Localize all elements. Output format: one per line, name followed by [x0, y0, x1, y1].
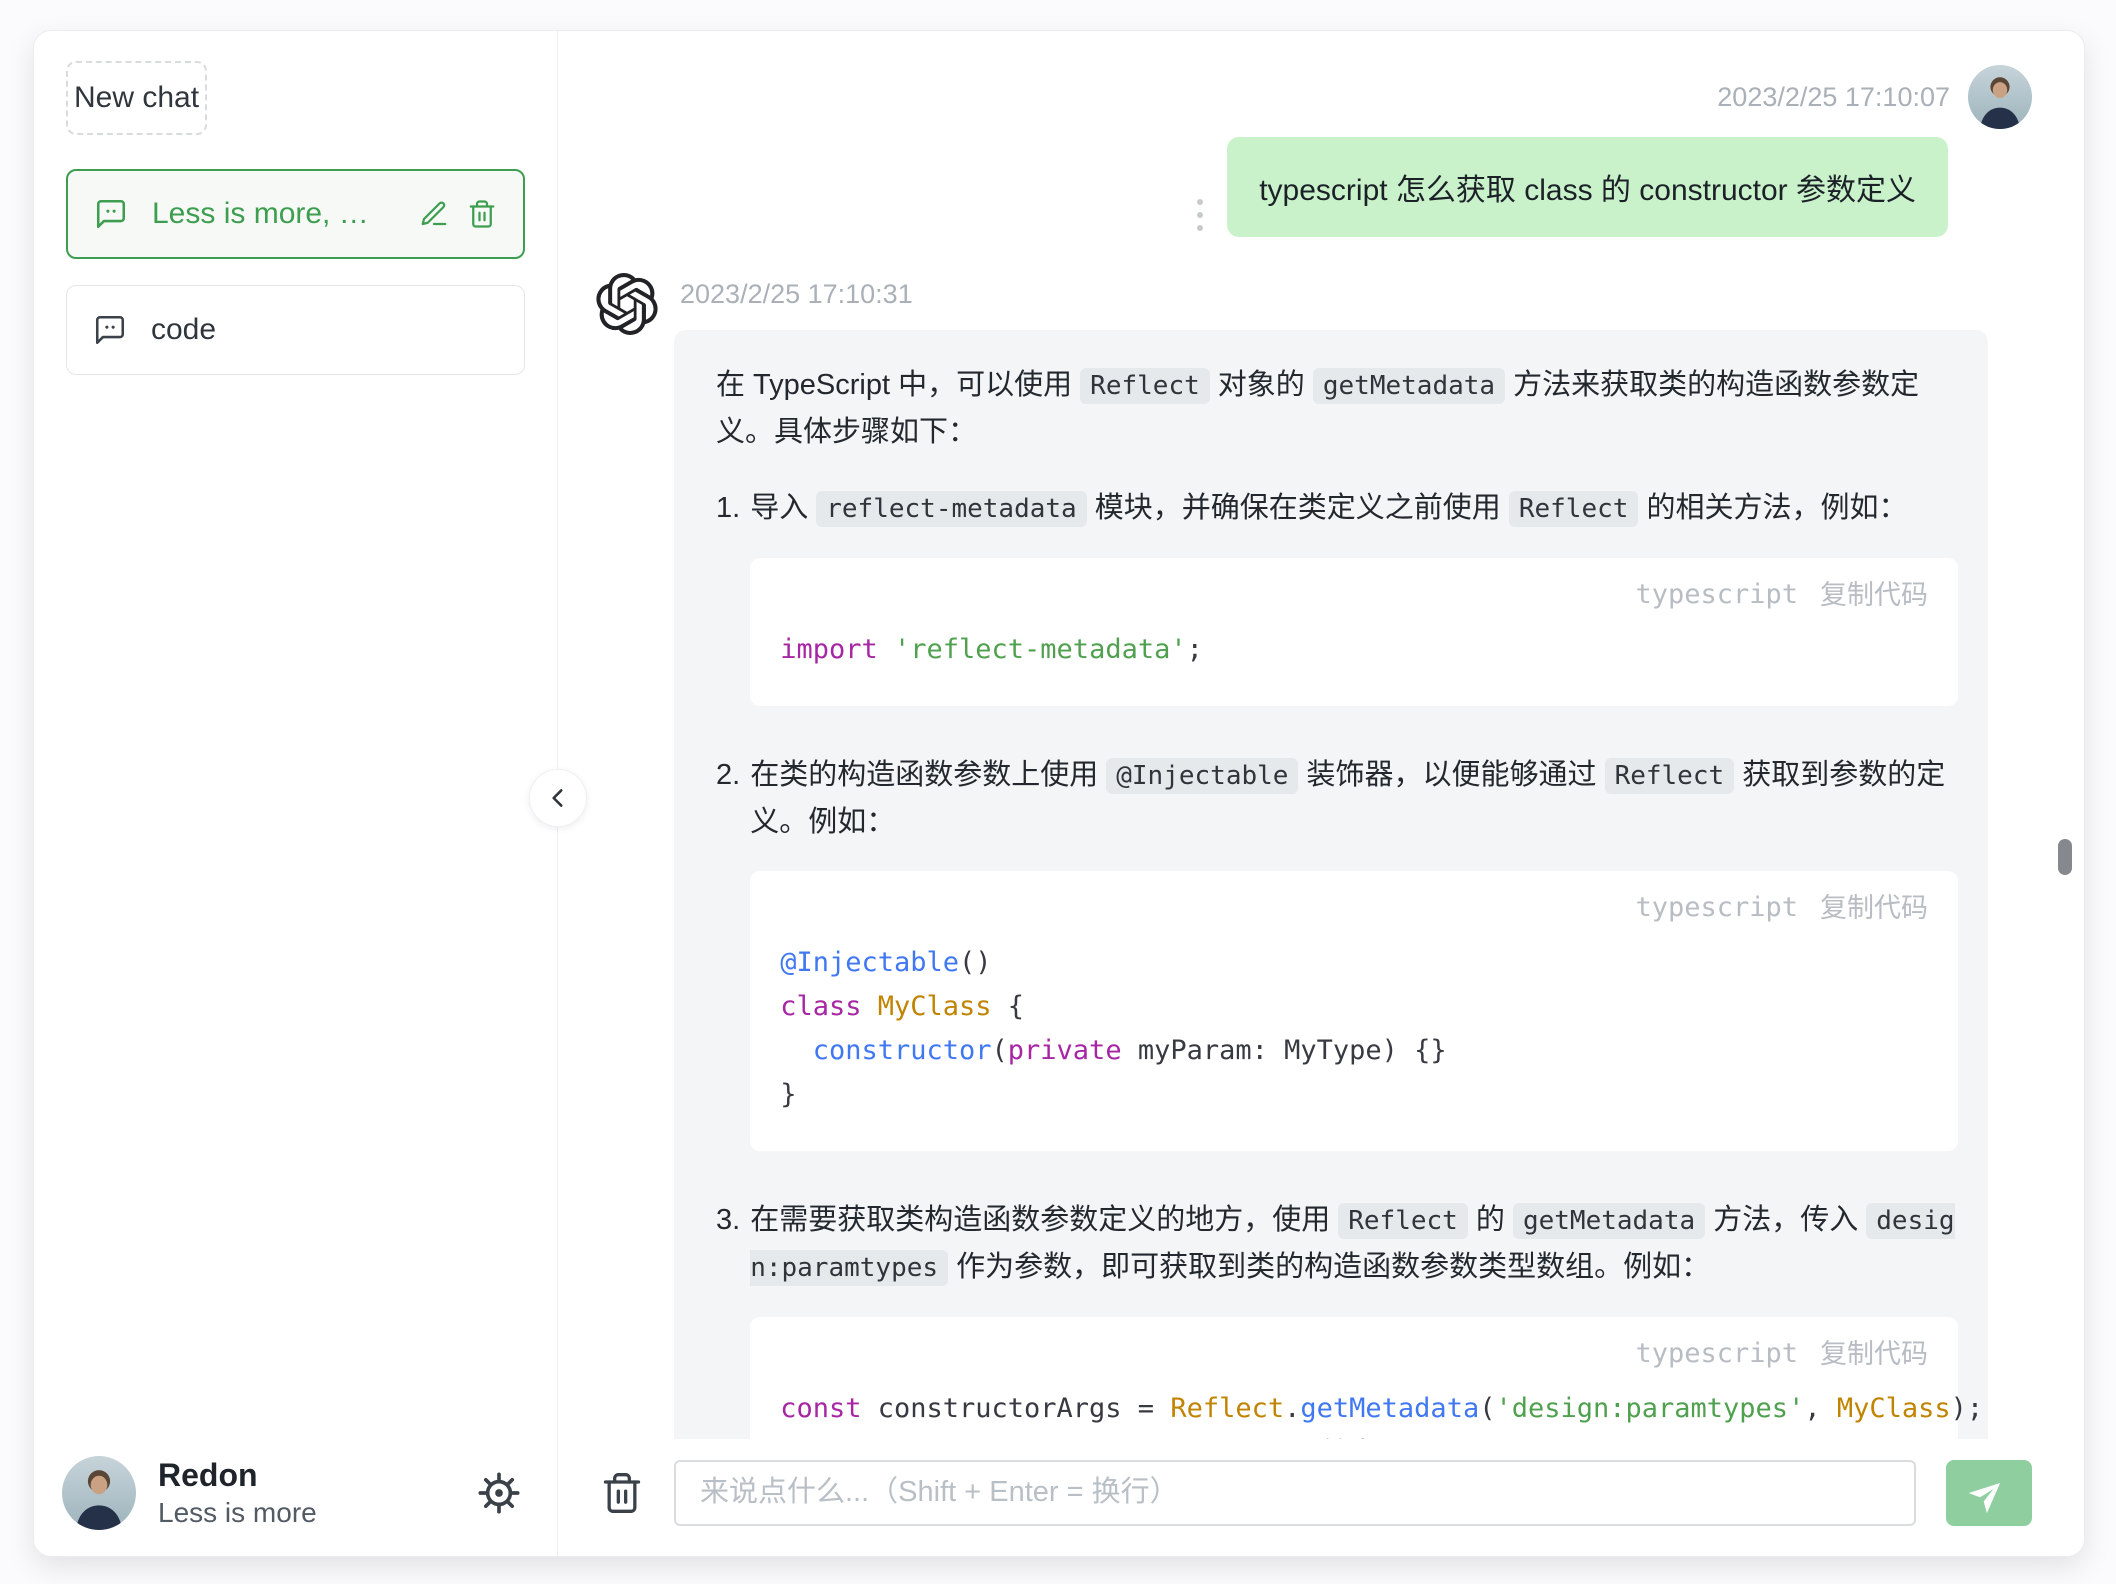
- step-body: 在类的构造函数参数上使用 @Injectable 装饰器，以便能够通过 Refl…: [750, 752, 1958, 1191]
- assistant-message-bubble: 在 TypeScript 中，可以使用 Reflect 对象的 getMetad…: [674, 330, 1988, 1439]
- user-avatar: [1968, 65, 2032, 129]
- scrollbar-thumb[interactable]: [2058, 839, 2072, 875]
- user-message-meta: 2023/2/25 17:10:07: [1717, 65, 2032, 129]
- copy-code-button[interactable]: 复制代码: [1820, 891, 1928, 925]
- chat-bubble-icon: [93, 313, 127, 347]
- profile-texts: Redon Less is more: [158, 1455, 455, 1531]
- user-message-bubble: typescript 怎么获取 class 的 constructor 参数定义: [1227, 137, 1948, 237]
- code-content: const constructorArgs = Reflect.getMetad…: [780, 1387, 1928, 1439]
- user-bubble-row: typescript 怎么获取 class 的 constructor 参数定义: [1227, 137, 1948, 237]
- conversation-actions: [419, 199, 497, 229]
- code-block-header: typescript 复制代码: [780, 578, 1928, 612]
- profile-name: Redon: [158, 1455, 455, 1495]
- inline-code: @Injectable: [1106, 758, 1298, 794]
- profile-avatar: [62, 1456, 136, 1530]
- inline-code: Reflect: [1338, 1203, 1468, 1239]
- conversation-title: Less is more, Wor...: [152, 197, 395, 231]
- message-options-dots-icon[interactable]: [1197, 199, 1203, 231]
- settings-button[interactable]: [477, 1471, 521, 1515]
- step-number: 1.: [716, 485, 750, 746]
- copy-code-button[interactable]: 复制代码: [1820, 1337, 1928, 1371]
- user-message: 2023/2/25 17:10:07 typescript 怎么获取 class…: [596, 65, 2032, 237]
- openai-logo-icon: [596, 273, 658, 335]
- assistant-message-col: 2023/2/25 17:10:31 在 TypeScript 中，可以使用 R…: [674, 273, 2032, 1439]
- conversation-list: Less is more, Wor... code: [66, 169, 525, 375]
- code-language-label: typescript: [1635, 578, 1798, 612]
- edit-pencil-icon[interactable]: [419, 199, 449, 229]
- chevron-left-icon: [545, 785, 571, 811]
- sidebar-collapse-button[interactable]: [529, 769, 587, 827]
- code-content: import 'reflect-metadata';: [780, 628, 1928, 672]
- app-window: New chat Less is more, Wor... code Redon…: [33, 30, 2085, 1557]
- profile-section: Redon Less is more: [34, 1439, 557, 1556]
- inline-code: Reflect: [1509, 491, 1639, 527]
- code-block-header: typescript 复制代码: [780, 891, 1928, 925]
- delete-trash-icon[interactable]: [467, 199, 497, 229]
- clear-conversation-button[interactable]: [600, 1471, 644, 1515]
- assistant-step-3: 3. 在需要获取类构造函数参数定义的地方，使用 Reflect 的 getMet…: [716, 1197, 1958, 1439]
- inline-code: Reflect: [1080, 368, 1210, 404]
- sidebar: New chat Less is more, Wor... code Redon…: [34, 31, 558, 1556]
- code-block: typescript 复制代码 import 'reflect-metadata…: [750, 558, 1958, 706]
- sidebar-conversation-0[interactable]: Less is more, Wor...: [66, 169, 525, 259]
- new-chat-button[interactable]: New chat: [66, 61, 207, 135]
- chat-main: 2023/2/25 17:10:07 typescript 怎么获取 class…: [558, 31, 2084, 1556]
- trash-icon: [600, 1471, 644, 1515]
- user-message-text: typescript 怎么获取 class 的 constructor 参数定义: [1259, 174, 1916, 207]
- step-body: 在需要获取类构造函数参数定义的地方，使用 Reflect 的 getMetada…: [750, 1197, 1958, 1439]
- conversation-panel: New chat Less is more, Wor... code: [34, 31, 557, 1439]
- step-text: 在类的构造函数参数上使用 @Injectable 装饰器，以便能够通过 Refl…: [750, 752, 1958, 845]
- code-language-label: typescript: [1635, 891, 1798, 925]
- code-language-label: typescript: [1635, 1337, 1798, 1371]
- inline-code: getMetadata: [1313, 368, 1505, 404]
- assistant-intro-paragraph: 在 TypeScript 中，可以使用 Reflect 对象的 getMetad…: [716, 362, 1958, 455]
- sidebar-conversation-1[interactable]: code: [66, 285, 525, 375]
- composer-bar: [558, 1439, 2084, 1556]
- assistant-step-2: 2. 在类的构造函数参数上使用 @Injectable 装饰器，以便能够通过 R…: [716, 752, 1958, 1191]
- assistant-timestamp: 2023/2/25 17:10:31: [680, 279, 2032, 310]
- assistant-step-1: 1. 导入 reflect-metadata 模块，并确保在类定义之前使用 Re…: [716, 485, 1958, 746]
- chat-bubble-icon: [94, 197, 128, 231]
- chat-scroll-area[interactable]: 2023/2/25 17:10:07 typescript 怎么获取 class…: [558, 31, 2084, 1439]
- code-block: typescript 复制代码 @Injectable() class MyCl…: [750, 871, 1958, 1151]
- code-block-header: typescript 复制代码: [780, 1337, 1928, 1371]
- assistant-message: 2023/2/25 17:10:31 在 TypeScript 中，可以使用 R…: [596, 273, 2032, 1439]
- user-timestamp: 2023/2/25 17:10:07: [1717, 82, 1950, 113]
- message-input[interactable]: [674, 1460, 1916, 1526]
- step-body: 导入 reflect-metadata 模块，并确保在类定义之前使用 Refle…: [750, 485, 1958, 746]
- conversation-title: code: [151, 313, 498, 347]
- inline-code: reflect-metadata: [816, 491, 1086, 527]
- inline-code: getMetadata: [1513, 1203, 1705, 1239]
- profile-subtitle: Less is more: [158, 1495, 455, 1531]
- copy-code-button[interactable]: 复制代码: [1820, 578, 1928, 612]
- step-text: 导入 reflect-metadata 模块，并确保在类定义之前使用 Refle…: [750, 485, 1958, 532]
- step-text: 在需要获取类构造函数参数定义的地方，使用 Reflect 的 getMetada…: [750, 1197, 1958, 1291]
- gear-icon: [477, 1471, 521, 1515]
- step-number: 2.: [716, 752, 750, 1191]
- send-button[interactable]: [1946, 1460, 2032, 1526]
- code-block: typescript 复制代码 const constructorArgs = …: [750, 1317, 1958, 1439]
- inline-code: Reflect: [1605, 758, 1735, 794]
- send-plane-icon: [1964, 1467, 2015, 1518]
- code-content: @Injectable() class MyClass { constructo…: [780, 941, 1928, 1117]
- step-number: 3.: [716, 1197, 750, 1439]
